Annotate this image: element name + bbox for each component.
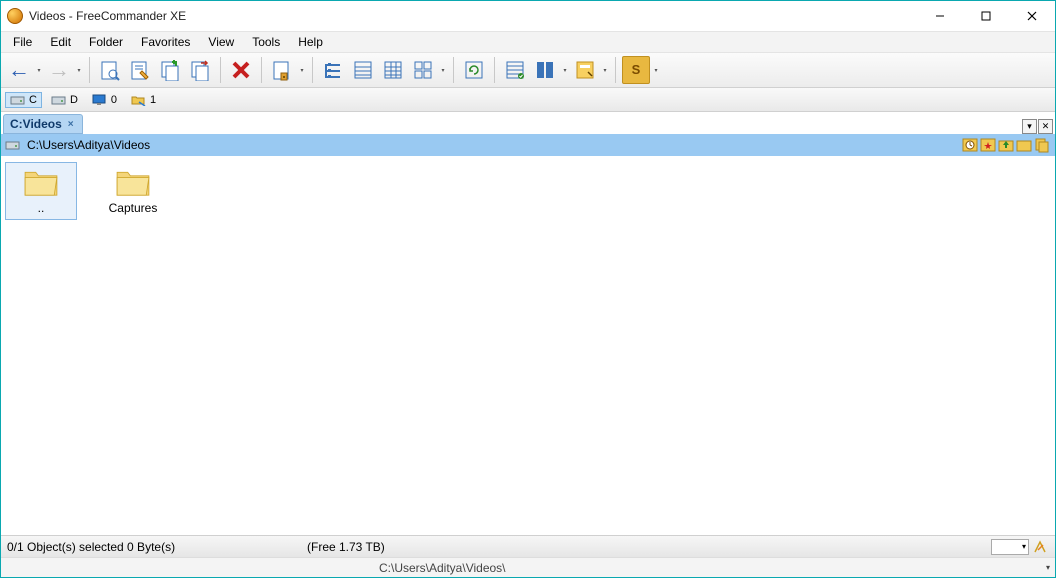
up-folder-icon[interactable]	[997, 136, 1015, 154]
delete-button[interactable]	[227, 56, 255, 84]
drive-c-label: C	[29, 94, 37, 106]
folder-icon	[23, 167, 59, 197]
view-thumbnails-button[interactable]	[409, 56, 437, 84]
drive-net0-label: 0	[111, 94, 117, 106]
window-controls	[917, 1, 1055, 31]
maximize-button[interactable]	[963, 1, 1009, 31]
history-icon[interactable]	[961, 136, 979, 154]
drive-bar: C D 0 1	[1, 88, 1055, 112]
separator	[494, 57, 495, 83]
separator	[220, 57, 221, 83]
menu-help[interactable]: Help	[290, 33, 331, 51]
back-button[interactable]: ←	[5, 56, 33, 84]
back-dropdown[interactable]: ▾	[35, 56, 43, 84]
status-selection: 0/1 Object(s) selected 0 Byte(s)	[7, 540, 307, 554]
layout-dropdown[interactable]: ▾	[561, 56, 569, 84]
menu-tools[interactable]: Tools	[244, 33, 288, 51]
separator	[312, 57, 313, 83]
toolbar: ← ▾ → ▾ ▾ ▾ ▾ ▾ S ▾	[1, 53, 1055, 88]
command-prompt: C:\Users\Aditya\Videos\	[379, 561, 506, 575]
folder-icon	[115, 167, 151, 197]
layout-single-button[interactable]	[501, 56, 529, 84]
hdd-icon	[5, 139, 21, 151]
path-text: C:\Users\Aditya\Videos	[27, 138, 150, 152]
status-bar: 0/1 Object(s) selected 0 Byte(s) (Free 1…	[1, 535, 1055, 557]
parent-folder-label: ..	[38, 201, 45, 215]
parent-folder-item[interactable]: ..	[5, 162, 77, 220]
folder-net-icon	[131, 94, 147, 106]
view-file-button[interactable]	[96, 56, 124, 84]
drive-network-0[interactable]: 0	[87, 92, 122, 108]
separator	[261, 57, 262, 83]
tab-videos[interactable]: C:Videos ×	[3, 114, 83, 134]
quick-filter-button[interactable]	[571, 56, 599, 84]
minimize-button[interactable]	[917, 1, 963, 31]
menu-folder[interactable]: Folder	[81, 33, 131, 51]
view-tree-button[interactable]	[319, 56, 347, 84]
copy-path-icon[interactable]	[1033, 136, 1051, 154]
refresh-button[interactable]	[460, 56, 488, 84]
tab-bar: C:Videos × ▾ ✕	[1, 112, 1055, 134]
menu-view[interactable]: View	[200, 33, 242, 51]
file-pane[interactable]: .. Captures	[1, 156, 1055, 535]
quick-filter-dropdown[interactable]: ▾	[601, 56, 609, 84]
hdd-icon	[51, 94, 67, 106]
tab-label: C:Videos	[10, 117, 62, 131]
folder-captures[interactable]: Captures	[97, 162, 169, 220]
command-line: C:\Users\Aditya\Videos\ ▾	[1, 557, 1055, 577]
view-dropdown[interactable]: ▾	[439, 56, 447, 84]
status-free-space: (Free 1.73 TB)	[307, 540, 385, 554]
app-icon	[7, 8, 23, 24]
favorite-dropdown[interactable]: ▾	[652, 56, 660, 84]
status-combo[interactable]: ▾	[991, 539, 1029, 555]
drive-d-label: D	[70, 94, 78, 106]
address-bar[interactable]: C:\Users\Aditya\Videos	[1, 134, 1055, 156]
window-title: Videos - FreeCommander XE	[29, 9, 917, 23]
edit-file-button[interactable]	[126, 56, 154, 84]
pack-dropdown[interactable]: ▾	[298, 56, 306, 84]
menu-favorites[interactable]: Favorites	[133, 33, 198, 51]
copy-button[interactable]	[156, 56, 184, 84]
monitor-icon	[92, 94, 108, 106]
view-list-button[interactable]	[349, 56, 377, 84]
titlebar: Videos - FreeCommander XE	[1, 1, 1055, 31]
hdd-icon	[10, 94, 26, 106]
drive-c[interactable]: C	[5, 92, 42, 108]
folder-captures-label: Captures	[109, 201, 158, 215]
layout-dual-button[interactable]	[531, 56, 559, 84]
separator	[453, 57, 454, 83]
drive-d[interactable]: D	[46, 92, 83, 108]
favorites-path-icon[interactable]	[979, 136, 997, 154]
forward-dropdown[interactable]: ▾	[75, 56, 83, 84]
drive-net1-label: 1	[150, 94, 156, 106]
favorite-folder-button[interactable]: S	[622, 56, 650, 84]
new-folder-icon[interactable]	[1015, 136, 1033, 154]
tab-close-icon[interactable]: ×	[68, 119, 74, 130]
command-input[interactable]	[506, 561, 1042, 575]
pack-button[interactable]	[268, 56, 296, 84]
close-button[interactable]	[1009, 1, 1055, 31]
move-button[interactable]	[186, 56, 214, 84]
menu-edit[interactable]: Edit	[42, 33, 79, 51]
tab-menu-button[interactable]: ▾	[1022, 119, 1037, 134]
separator	[615, 57, 616, 83]
status-action-icon[interactable]	[1031, 538, 1049, 556]
tab-close-panel-button[interactable]: ✕	[1038, 119, 1053, 134]
view-details-button[interactable]	[379, 56, 407, 84]
menu-file[interactable]: File	[5, 33, 40, 51]
forward-button[interactable]: →	[45, 56, 73, 84]
command-history-dropdown[interactable]: ▾	[1041, 563, 1055, 572]
svg-text:S: S	[632, 62, 641, 77]
drive-network-1[interactable]: 1	[126, 92, 161, 108]
menu-bar: File Edit Folder Favorites View Tools He…	[1, 31, 1055, 53]
separator	[89, 57, 90, 83]
